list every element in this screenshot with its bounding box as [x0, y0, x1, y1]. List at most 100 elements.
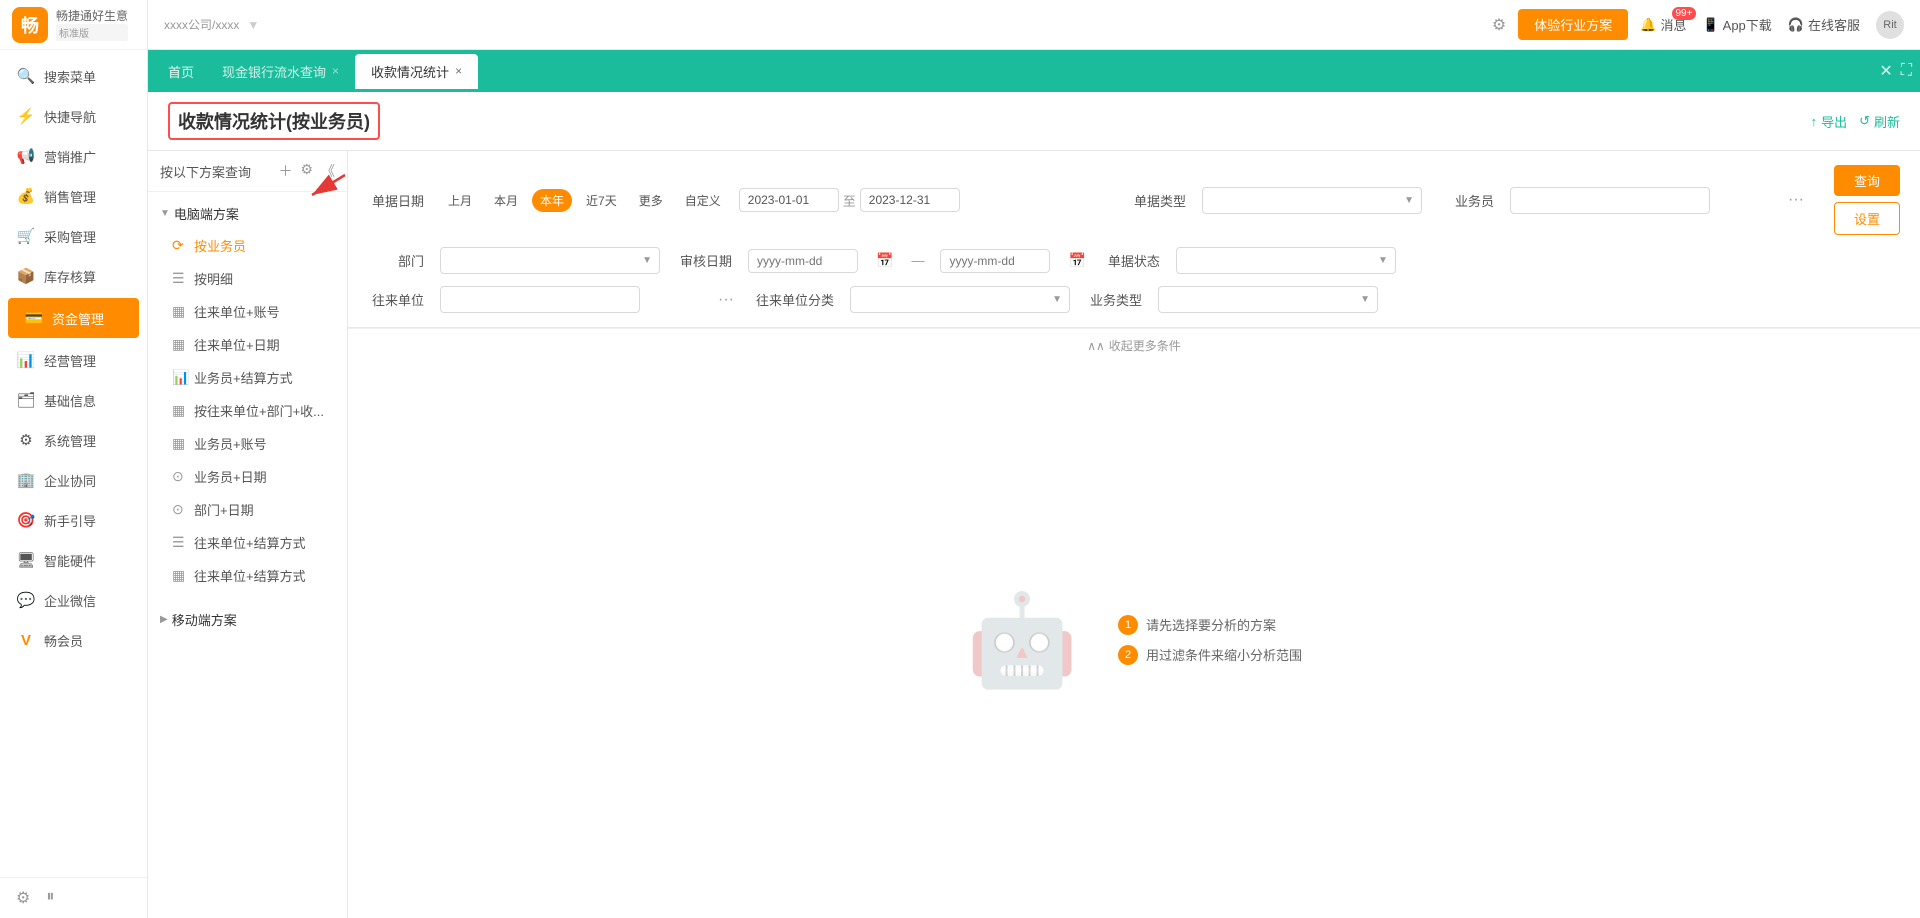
review-date-from-input[interactable]	[748, 249, 858, 273]
app-download-button[interactable]: 📱 App下载	[1702, 15, 1771, 34]
this-month-shortcut[interactable]: 本月	[486, 189, 526, 212]
more-shortcut[interactable]: 更多	[631, 189, 671, 212]
step-2-text: 用过滤条件来缩小分析范围	[1146, 645, 1302, 664]
sidebar-item-quick-nav[interactable]: ⚡ 快捷导航	[0, 96, 147, 136]
sidebar-item-beginner[interactable]: 🎯 新手引导	[0, 500, 147, 540]
salesperson-more-icon[interactable]: ···	[1788, 191, 1804, 209]
scheme-add-icon[interactable]: ＋	[278, 161, 292, 181]
sidebar-item-purchase[interactable]: 🛒 采购管理	[0, 216, 147, 256]
salesperson-input-wrap: ···	[1510, 187, 1810, 214]
last7days-shortcut[interactable]: 近7天	[578, 189, 625, 212]
try-industry-button[interactable]: 体验行业方案	[1518, 9, 1628, 40]
brand-name: 畅捷通好生意	[56, 8, 128, 25]
doc-status-select[interactable]	[1176, 247, 1396, 274]
scheme-item-dept-date[interactable]: ⊙ 部门+日期	[148, 493, 347, 526]
sidebar-label-marketing: 营销推广	[44, 147, 96, 166]
purchase-icon: 🛒	[16, 226, 36, 246]
tab-bank-flow[interactable]: 现金银行流水查询 ×	[206, 54, 355, 89]
marketing-icon: 📢	[16, 146, 36, 166]
scheme-item-salesperson-date[interactable]: ⊙ 业务员+日期	[148, 460, 347, 493]
counterparty-input[interactable]	[440, 286, 640, 313]
sidebar-item-wechat[interactable]: 💬 企业微信	[0, 580, 147, 620]
inventory-icon: 📦	[16, 266, 36, 286]
unit-settle3-label: 往来单位+结算方式	[194, 566, 306, 585]
doc-type-label: 单据类型	[1130, 191, 1186, 210]
footer-pause-icon[interactable]: ⏸	[46, 888, 54, 908]
sidebar-item-basic[interactable]: 🗂 基础信息	[0, 380, 147, 420]
sidebar-item-enterprise[interactable]: 🏢 企业协同	[0, 460, 147, 500]
scheme-settings-icon[interactable]: ⚙	[300, 161, 313, 181]
sidebar-item-member[interactable]: V 畅会员	[0, 620, 147, 660]
scheme-item-salesperson-account[interactable]: ▦ 业务员+账号	[148, 427, 347, 460]
sidebar-item-search[interactable]: 🔍 搜索菜单	[0, 56, 147, 96]
tab-home[interactable]: 首页	[156, 54, 206, 89]
review-date-to-input[interactable]	[940, 249, 1050, 273]
scheme-collapse-icon[interactable]: 《	[321, 161, 335, 181]
review-date-label: 审核日期	[676, 251, 732, 270]
date-to-input[interactable]	[860, 188, 960, 212]
last-month-shortcut[interactable]: 上月	[440, 189, 480, 212]
date-from-input[interactable]	[739, 188, 839, 212]
sidebar-item-operation[interactable]: 📊 经营管理	[0, 340, 147, 380]
footer-settings-icon[interactable]: ⚙	[16, 888, 30, 908]
settings-button[interactable]: 设置	[1834, 202, 1900, 235]
basic-icon: 🗂	[16, 390, 36, 410]
maximize-icon[interactable]: ⛶	[1901, 62, 1912, 80]
refresh-button[interactable]: ↺ 刷新	[1859, 112, 1900, 131]
online-service-button[interactable]: 🎧 在线客服	[1788, 15, 1860, 34]
scheme-panel-title: 按以下方案查询	[160, 162, 251, 181]
scheme-item-by-detail[interactable]: ☰ 按明细	[148, 262, 347, 295]
scheme-group-desktop-title[interactable]: ▼ 电脑端方案	[148, 198, 347, 229]
custom-shortcut[interactable]: 自定义	[677, 189, 729, 212]
scheme-item-unit-account[interactable]: ▦ 往来单位+账号	[148, 295, 347, 328]
main-area: xxxx公司/xxxx ▼ ⚙ 体验行业方案 🔔 消息 99+ 📱 App下载 …	[148, 0, 1920, 918]
scheme-item-unit-dept-collect[interactable]: ▦ 按往来单位+部门+收...	[148, 394, 347, 427]
review-date-to-calendar-icon[interactable]: 📅	[1068, 252, 1085, 269]
user-avatar[interactable]: Rit	[1876, 11, 1904, 39]
salesperson-account-label: 业务员+账号	[194, 434, 267, 453]
scheme-group-mobile-title[interactable]: ▶ 移动端方案	[148, 604, 347, 635]
sidebar-item-inventory[interactable]: 📦 库存核算	[0, 256, 147, 296]
sidebar-label-enterprise: 企业协同	[44, 471, 96, 490]
salesperson-settle-label: 业务员+结算方式	[194, 368, 293, 387]
notifications-button[interactable]: 🔔 消息 99+	[1640, 15, 1686, 34]
topbar-actions: 🔔 消息 99+ 📱 App下载 🎧 在线客服 Rit	[1640, 11, 1904, 39]
step-1-text: 请先选择要分析的方案	[1146, 615, 1276, 634]
scheme-group-desktop: ▼ 电脑端方案 ⟳ 按业务员 ☰ 按明细 ▦ 往来单位+账号	[148, 192, 347, 598]
scheme-item-unit-date[interactable]: ▦ 往来单位+日期	[148, 328, 347, 361]
scheme-item-by-salesperson[interactable]: ⟳ 按业务员	[148, 229, 347, 262]
user-name: Rit	[1883, 19, 1896, 31]
operation-icon: 📊	[16, 350, 36, 370]
review-date-from-calendar-icon[interactable]: 📅	[876, 252, 893, 269]
this-year-shortcut[interactable]: 本年	[532, 189, 572, 212]
salesperson-input[interactable]	[1510, 187, 1710, 214]
sidebar-item-hardware[interactable]: 🖥 智能硬件	[0, 540, 147, 580]
scheme-item-unit-settle2[interactable]: ☰ 往来单位+结算方式	[148, 526, 347, 559]
business-type-select-wrap: ▼	[1158, 286, 1378, 313]
doc-type-select[interactable]	[1202, 187, 1422, 214]
scheme-item-unit-settle3[interactable]: ▦ 往来单位+结算方式	[148, 559, 347, 592]
sidebar-item-sales[interactable]: 💰 销售管理	[0, 176, 147, 216]
unit-settle3-icon: ▦	[172, 567, 188, 584]
date-shortcut-group: 上月 本月 本年 近7天 更多 自定义 至	[440, 188, 1114, 212]
dept-select[interactable]	[440, 247, 660, 274]
receivable-stat-tab-close-icon[interactable]: ×	[455, 64, 462, 78]
dept-label: 部门	[368, 251, 424, 270]
sidebar-label-wechat: 企业微信	[44, 591, 96, 610]
export-button[interactable]: ↑ 导出	[1811, 112, 1848, 131]
topbar-settings-icon[interactable]: ⚙	[1492, 15, 1506, 35]
sidebar-item-system[interactable]: ⚙ 系统管理	[0, 420, 147, 460]
counterparty-more-icon[interactable]: ···	[718, 291, 734, 309]
business-type-select[interactable]	[1158, 286, 1378, 313]
query-button[interactable]: 查询	[1834, 165, 1900, 196]
sidebar-item-finance[interactable]: 💳 资金管理	[8, 298, 139, 338]
scheme-item-salesperson-settle[interactable]: 📊 业务员+结算方式	[148, 361, 347, 394]
breadcrumb: xxxx公司/xxxx	[164, 16, 239, 33]
close-window-icon[interactable]: ✕	[1879, 61, 1892, 81]
bank-flow-tab-close-icon[interactable]: ×	[332, 64, 339, 78]
sidebar-item-marketing[interactable]: 📢 营销推广	[0, 136, 147, 176]
tab-receivable-stat[interactable]: 收款情况统计 ×	[355, 54, 478, 89]
counterparty-type-select[interactable]	[850, 286, 1070, 313]
collapse-bar[interactable]: ∧∧ 收起更多条件	[348, 328, 1920, 362]
salesperson-scheme-label: 按业务员	[194, 236, 246, 255]
